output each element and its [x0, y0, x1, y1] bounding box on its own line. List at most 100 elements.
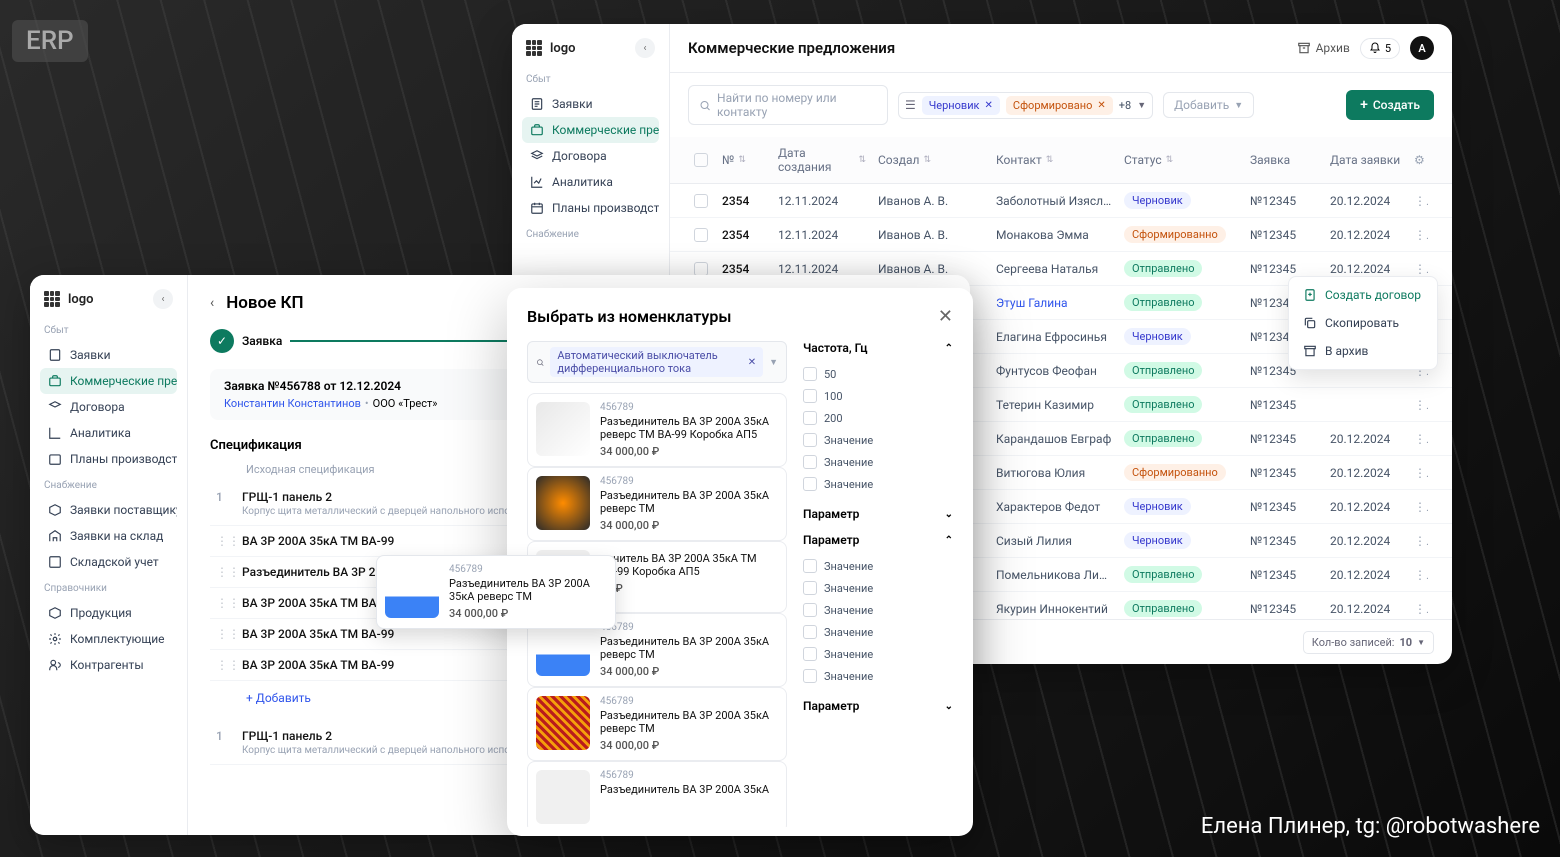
filter-option[interactable]: Значение [803, 451, 953, 473]
row-checkbox[interactable] [694, 262, 708, 276]
nav-plans[interactable]: Планы производства [522, 195, 659, 221]
row-actions-button[interactable]: ⋮ [1408, 458, 1428, 488]
col-contact[interactable]: Контакт⇅ [990, 137, 1118, 183]
nav-offers[interactable]: Коммерческие пред... [40, 368, 177, 394]
option-checkbox[interactable] [803, 389, 817, 403]
avatar[interactable]: A [1410, 36, 1434, 60]
chevron-down-icon[interactable]: ▼ [769, 357, 778, 368]
option-checkbox[interactable] [803, 581, 817, 595]
filter-option[interactable]: Значение [803, 429, 953, 451]
filter-option[interactable]: 50 [803, 363, 953, 385]
row-checkbox[interactable] [694, 194, 708, 208]
row-actions-button[interactable]: ⋮ [1408, 492, 1428, 522]
remove-chip-icon[interactable]: ✕ [748, 357, 756, 368]
archive-link[interactable]: Архив [1297, 41, 1350, 55]
nav-plans[interactable]: Планы производства [40, 446, 177, 472]
nomenclature-item[interactable]: 456789Разъединитель ВА 3P 200А 35кА реве… [527, 467, 787, 541]
option-checkbox[interactable] [803, 603, 817, 617]
close-modal-button[interactable]: ✕ [938, 306, 953, 327]
col-creator[interactable]: Создал⇅ [872, 137, 990, 183]
drag-handle-icon[interactable]: ⋮⋮ [216, 658, 232, 672]
nav-contracts[interactable]: Договора [40, 394, 177, 420]
table-row[interactable]: 2354 12.11.2024 Иванов А. В. Заболотный … [670, 184, 1452, 218]
notifications-badge[interactable]: 5 [1360, 38, 1400, 59]
search-chip[interactable]: Автоматический выключатель дифференциаль… [550, 347, 763, 377]
drag-handle-icon[interactable]: ⋮⋮ [216, 596, 232, 610]
filter-option[interactable]: Значение [803, 665, 953, 687]
option-checkbox[interactable] [803, 477, 817, 491]
search-input[interactable]: Найти по номеру или контакту [688, 85, 888, 125]
nav-contracts[interactable]: Договора [522, 143, 659, 169]
chevron-down-icon[interactable]: ▼ [1137, 100, 1146, 111]
nav-warehouse-req[interactable]: Заявки на склад [40, 523, 177, 549]
row-actions-button[interactable]: ⋮ [1408, 526, 1428, 556]
filter-option[interactable]: Значение [803, 473, 953, 495]
nav-products[interactable]: Продукция [40, 600, 177, 626]
select-all-checkbox[interactable] [694, 153, 708, 167]
drag-handle-icon[interactable]: ⋮⋮ [216, 565, 232, 579]
col-status[interactable]: Статус⇅ [1118, 137, 1244, 183]
filter-icon[interactable]: ☰ [905, 98, 916, 112]
menu-archive[interactable]: В архив [1293, 337, 1433, 365]
row-checkbox[interactable] [694, 228, 708, 242]
filter-option[interactable]: Значение [803, 599, 953, 621]
filter-option[interactable]: 200 [803, 407, 953, 429]
row-actions-button[interactable]: ⋮ [1408, 594, 1428, 620]
nav-warehouse-acc[interactable]: Складской учет [40, 549, 177, 575]
nav-components[interactable]: Комплектующие [40, 626, 177, 652]
filter-param-toggle[interactable]: Параметр⌄ [803, 699, 953, 713]
apps-icon[interactable] [44, 291, 60, 307]
row-actions-button[interactable]: ⋮ [1408, 424, 1428, 454]
filter-option[interactable]: Значение [803, 643, 953, 665]
more-filters[interactable]: +8 [1119, 99, 1131, 112]
nav-offers[interactable]: Коммерческие пред... [522, 117, 659, 143]
nav-supplier-req[interactable]: Заявки поставщику [40, 497, 177, 523]
filter-param-toggle[interactable]: Параметр⌄ [803, 507, 953, 521]
nav-requests[interactable]: Заявки [40, 342, 177, 368]
row-actions-button[interactable]: ⋮ [1408, 560, 1428, 590]
option-checkbox[interactable] [803, 625, 817, 639]
filter-option[interactable]: Значение [803, 577, 953, 599]
remove-chip-icon[interactable]: ✕ [1097, 100, 1105, 111]
collapse-sidebar-button[interactable]: ‹ [153, 289, 173, 309]
row-actions-button[interactable]: ⋮ [1408, 186, 1428, 216]
nav-analytics[interactable]: Аналитика [522, 169, 659, 195]
collapse-sidebar-button[interactable]: ‹ [635, 38, 655, 58]
option-checkbox[interactable] [803, 433, 817, 447]
col-num[interactable]: №⇅ [716, 137, 772, 183]
filter-chip-draft[interactable]: Черновик✕ [922, 96, 1000, 115]
drag-handle-icon[interactable]: ⋮⋮ [216, 534, 232, 548]
option-checkbox[interactable] [803, 455, 817, 469]
option-checkbox[interactable] [803, 647, 817, 661]
option-checkbox[interactable] [803, 411, 817, 425]
nav-counterparties[interactable]: Контрагенты [40, 652, 177, 678]
apps-icon[interactable] [526, 40, 542, 56]
row-actions-button[interactable]: ⋮ [1408, 220, 1428, 250]
menu-copy[interactable]: Скопировать [1293, 309, 1433, 337]
filter-option[interactable]: 100 [803, 385, 953, 407]
filter-chip-formed[interactable]: Сформировано✕ [1006, 96, 1113, 115]
contact-link[interactable]: Константин Константинов [224, 397, 361, 410]
create-button[interactable]: +Создать [1346, 90, 1434, 120]
nomenclature-item[interactable]: 456789Разъединитель ВА 3P 200А 35кА реве… [527, 393, 787, 467]
col-reqdate[interactable]: Дата заявки [1324, 137, 1408, 183]
option-checkbox[interactable] [803, 559, 817, 573]
modal-search[interactable]: Автоматический выключатель дифференциаль… [527, 341, 787, 383]
nomenclature-item[interactable]: 456789Разъединитель ВА 3P 200А 35кА реве… [527, 687, 787, 761]
records-per-page[interactable]: Кол-во записей: 10 ▼ [1303, 631, 1434, 654]
nomenclature-item[interactable]: 456789Разъединитель ВА 3P 200А 35кА [527, 761, 787, 827]
cell-contact[interactable]: Этуш Галина [990, 288, 1118, 318]
filter-option[interactable]: Значение [803, 621, 953, 643]
col-date[interactable]: Дата создания⇅ [772, 137, 872, 183]
option-checkbox[interactable] [803, 367, 817, 381]
col-req[interactable]: Заявка [1244, 137, 1324, 183]
filter-option[interactable]: Значение [803, 555, 953, 577]
table-row[interactable]: 2354 12.11.2024 Иванов А. В. Монакова Эм… [670, 218, 1452, 252]
add-filter-dropdown[interactable]: Добавить▼ [1163, 92, 1254, 118]
menu-create-contract[interactable]: Создать договор [1293, 281, 1433, 309]
nav-requests[interactable]: Заявки [522, 91, 659, 117]
table-settings-button[interactable]: ⚙ [1408, 137, 1428, 183]
option-checkbox[interactable] [803, 669, 817, 683]
row-actions-button[interactable]: ⋮ [1408, 390, 1428, 420]
remove-chip-icon[interactable]: ✕ [985, 100, 993, 111]
